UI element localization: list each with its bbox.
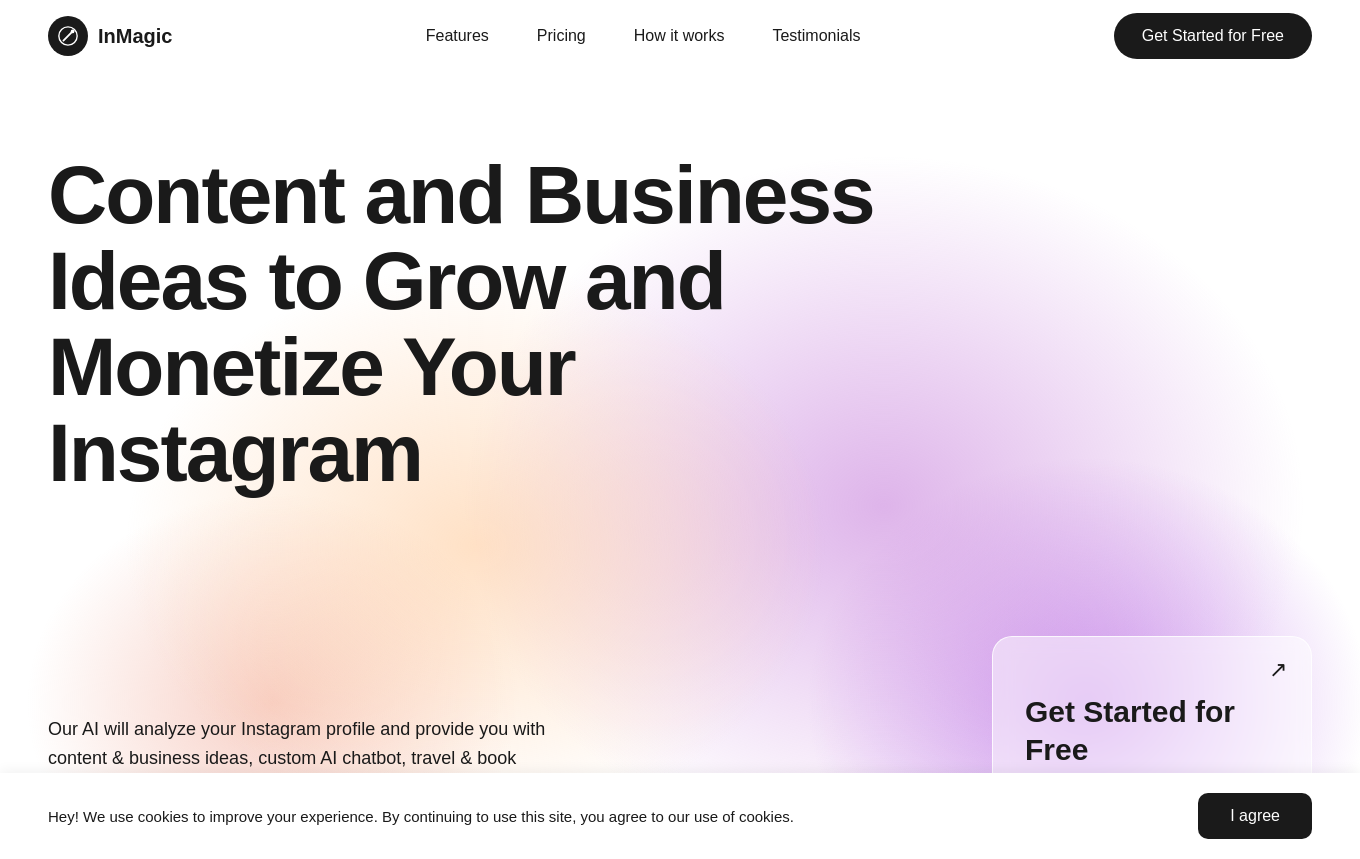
cookie-banner: Hey! We use cookies to improve your expe… bbox=[0, 773, 1360, 859]
cookie-text: Hey! We use cookies to improve your expe… bbox=[48, 808, 1198, 825]
nav-links: Features Pricing How it works Testimonia… bbox=[426, 27, 861, 45]
nav-link-features[interactable]: Features bbox=[426, 27, 489, 44]
cta-card-text: Get Started for Free bbox=[1025, 693, 1275, 768]
nav-link-how-it-works[interactable]: How it works bbox=[634, 27, 725, 44]
hero-section: Content and Business Ideas to Grow and M… bbox=[0, 72, 1360, 859]
svg-line-1 bbox=[63, 31, 72, 40]
svg-point-2 bbox=[71, 30, 75, 34]
nav-item-testimonials[interactable]: Testimonials bbox=[772, 27, 860, 45]
nav-cta-button[interactable]: Get Started for Free bbox=[1114, 13, 1312, 59]
logo-text: InMagic bbox=[98, 25, 172, 48]
nav-link-testimonials[interactable]: Testimonials bbox=[772, 27, 860, 44]
hero-content: Content and Business Ideas to Grow and M… bbox=[48, 152, 1312, 801]
nav-link-pricing[interactable]: Pricing bbox=[537, 27, 586, 44]
hero-headline-line3: Monetize Your Instagram bbox=[48, 321, 575, 498]
nav-item-pricing[interactable]: Pricing bbox=[537, 27, 586, 45]
hero-headline-line2: Ideas to Grow and bbox=[48, 235, 725, 326]
nav-item-features[interactable]: Features bbox=[426, 27, 489, 45]
cta-card-arrow-icon: ↗ bbox=[1269, 657, 1287, 683]
hero-headline: Content and Business Ideas to Grow and M… bbox=[48, 152, 918, 496]
navbar: InMagic Features Pricing How it works Te… bbox=[0, 0, 1360, 72]
nav-item-how-it-works[interactable]: How it works bbox=[634, 27, 725, 45]
cookie-agree-button[interactable]: I agree bbox=[1198, 793, 1312, 839]
hero-headline-line1: Content and Business bbox=[48, 149, 874, 240]
logo-icon bbox=[48, 16, 88, 56]
logo-link[interactable]: InMagic bbox=[48, 16, 172, 56]
